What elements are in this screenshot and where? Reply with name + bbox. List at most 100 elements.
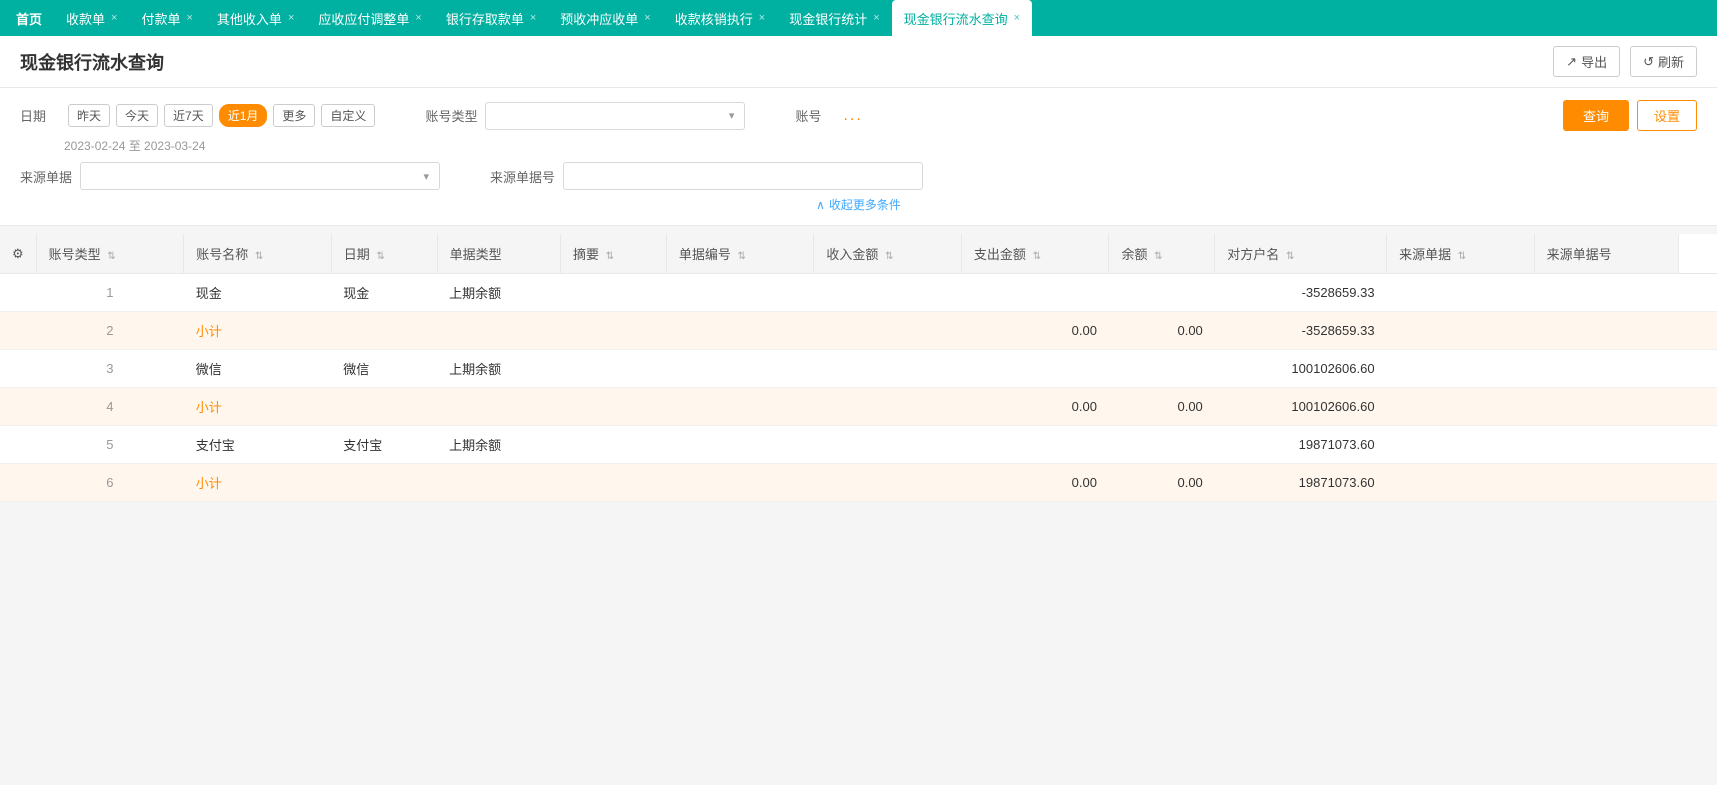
- nav-tab-other-income[interactable]: 其他收入单 ×: [205, 0, 306, 36]
- export-icon: ↗: [1566, 54, 1577, 70]
- nav-tab-receipt-close[interactable]: ×: [111, 12, 117, 24]
- source-voucher-no-input[interactable]: [563, 162, 923, 190]
- date-btn-yesterday[interactable]: 昨天: [68, 104, 110, 127]
- col-date[interactable]: 日期 ⇅: [331, 234, 437, 274]
- col-counterparty-label: 对方户名: [1227, 247, 1279, 262]
- col-settings[interactable]: ⚙: [0, 234, 36, 274]
- date-range-text: 2023-02-24 至 2023-03-24: [64, 139, 205, 153]
- date-btn-1month[interactable]: 近1月: [219, 104, 268, 127]
- cell-counterparty: [1387, 464, 1535, 502]
- nav-tab-collection-exec-close[interactable]: ×: [759, 12, 765, 24]
- account-type-label: 账号类型: [425, 106, 477, 125]
- cell-summary: [666, 426, 814, 464]
- cell-balance: 19871073.60: [1215, 426, 1387, 464]
- source-voucher-filter-group: 来源单据 ▾: [20, 162, 440, 190]
- cell-account-type: 小计: [184, 388, 332, 426]
- nav-tab-payment-label: 付款单: [141, 9, 180, 28]
- date-range-display: 2023-02-24 至 2023-03-24: [20, 137, 1697, 154]
- cell-counterparty: [1387, 274, 1535, 312]
- cell-voucher-no: [814, 350, 962, 388]
- sort-icon-expense: ⇅: [1033, 251, 1041, 262]
- cell-account-name: [331, 464, 437, 502]
- account-dots-button[interactable]: ...: [843, 107, 862, 125]
- nav-tab-other-income-close[interactable]: ×: [288, 12, 294, 24]
- cell-voucher-type: [561, 312, 667, 350]
- cell-source-voucher-no: [1678, 426, 1717, 464]
- table-row: 2小计0.000.00-3528659.33: [0, 312, 1717, 350]
- col-source-voucher-label: 来源单据: [1399, 247, 1451, 262]
- source-voucher-select[interactable]: ▾: [80, 162, 440, 190]
- cell-balance: -3528659.33: [1215, 274, 1387, 312]
- cell-counterparty: [1387, 312, 1535, 350]
- cell-voucher-no: [814, 312, 962, 350]
- cell-income: [961, 350, 1109, 388]
- cell-gear: [0, 274, 36, 312]
- nav-tab-cash-bank-stat[interactable]: 现金银行统计 ×: [777, 0, 891, 36]
- cell-source-voucher: [1534, 426, 1678, 464]
- query-button[interactable]: 查询: [1563, 100, 1629, 131]
- cell-gear: [0, 312, 36, 350]
- date-label: 日期: [20, 106, 60, 125]
- cell-summary: [666, 388, 814, 426]
- cell-counterparty: [1387, 426, 1535, 464]
- col-summary[interactable]: 摘要 ⇅: [561, 234, 667, 274]
- cell-income: [961, 426, 1109, 464]
- cell-account-type: 支付宝: [184, 426, 332, 464]
- cell-date: 上期余额: [437, 350, 560, 388]
- cell-expense: [1109, 426, 1215, 464]
- nav-tab-cash-bank-flow[interactable]: 现金银行流水查询 ×: [892, 0, 1032, 36]
- sort-icon-source-voucher: ⇅: [1458, 251, 1466, 262]
- nav-home[interactable]: 首页: [4, 0, 54, 36]
- date-btn-more[interactable]: 更多: [273, 104, 315, 127]
- col-expense[interactable]: 支出金额 ⇅: [961, 234, 1109, 274]
- nav-tab-receivable-adj-close[interactable]: ×: [415, 12, 421, 24]
- cell-date: 上期余额: [437, 426, 560, 464]
- refresh-button[interactable]: ↺ 刷新: [1630, 46, 1697, 77]
- source-voucher-no-filter-group: 来源单据号: [490, 162, 923, 190]
- col-source-voucher[interactable]: 来源单据 ⇅: [1387, 234, 1535, 274]
- col-counterparty[interactable]: 对方户名 ⇅: [1215, 234, 1387, 274]
- nav-tab-payment[interactable]: 付款单 ×: [129, 0, 204, 36]
- nav-tab-bank-deposit[interactable]: 银行存取款单 ×: [434, 0, 548, 36]
- cell-balance: 100102606.60: [1215, 388, 1387, 426]
- cell-account-name: 现金: [331, 274, 437, 312]
- nav-tab-advance-offset-close[interactable]: ×: [644, 12, 650, 24]
- sort-icon-date: ⇅: [376, 251, 384, 262]
- nav-tab-receivable-adj[interactable]: 应收应付调整单 ×: [306, 0, 433, 36]
- nav-tab-cash-bank-flow-close[interactable]: ×: [1014, 12, 1020, 24]
- account-label: 账号: [795, 106, 835, 125]
- col-voucher-no[interactable]: 单据编号 ⇅: [666, 234, 814, 274]
- col-income[interactable]: 收入金额 ⇅: [814, 234, 962, 274]
- col-voucher-type[interactable]: 单据类型: [437, 234, 560, 274]
- nav-tab-payment-close[interactable]: ×: [186, 12, 192, 24]
- date-btn-7days[interactable]: 近7天: [164, 104, 213, 127]
- col-account-name-label: 账号名称: [196, 247, 248, 262]
- col-date-label: 日期: [344, 247, 370, 262]
- cell-date: [437, 388, 560, 426]
- col-source-voucher-no[interactable]: 来源单据号: [1534, 234, 1678, 274]
- nav-tab-receipt[interactable]: 收款单 ×: [54, 0, 129, 36]
- cell-account-name: [331, 312, 437, 350]
- nav-tab-collection-exec[interactable]: 收款核销执行 ×: [663, 0, 777, 36]
- col-account-type[interactable]: 账号类型 ⇅: [36, 234, 184, 274]
- cell-source-voucher: [1534, 274, 1678, 312]
- nav-tab-cash-bank-stat-close[interactable]: ×: [873, 12, 879, 24]
- sort-icon-account-type: ⇅: [107, 251, 115, 262]
- sort-icon-balance: ⇅: [1154, 251, 1162, 262]
- settings-button[interactable]: 设置: [1637, 100, 1697, 131]
- cell-summary: [666, 350, 814, 388]
- col-account-name[interactable]: 账号名称 ⇅: [184, 234, 332, 274]
- col-balance[interactable]: 余额 ⇅: [1109, 234, 1215, 274]
- cell-row-num: 2: [36, 312, 184, 350]
- cell-summary: [666, 274, 814, 312]
- date-btn-today[interactable]: 今天: [116, 104, 158, 127]
- cell-row-num: 5: [36, 426, 184, 464]
- nav-tab-bank-deposit-close[interactable]: ×: [530, 12, 536, 24]
- date-btn-custom[interactable]: 自定义: [321, 104, 375, 127]
- cell-counterparty: [1387, 388, 1535, 426]
- cell-voucher-type: [561, 426, 667, 464]
- collapse-button[interactable]: ∧ 收起更多条件: [816, 196, 901, 213]
- nav-tab-advance-offset[interactable]: 预收冲应收单 ×: [548, 0, 662, 36]
- account-type-select[interactable]: ▾: [485, 102, 745, 130]
- export-button[interactable]: ↗ 导出: [1553, 46, 1620, 77]
